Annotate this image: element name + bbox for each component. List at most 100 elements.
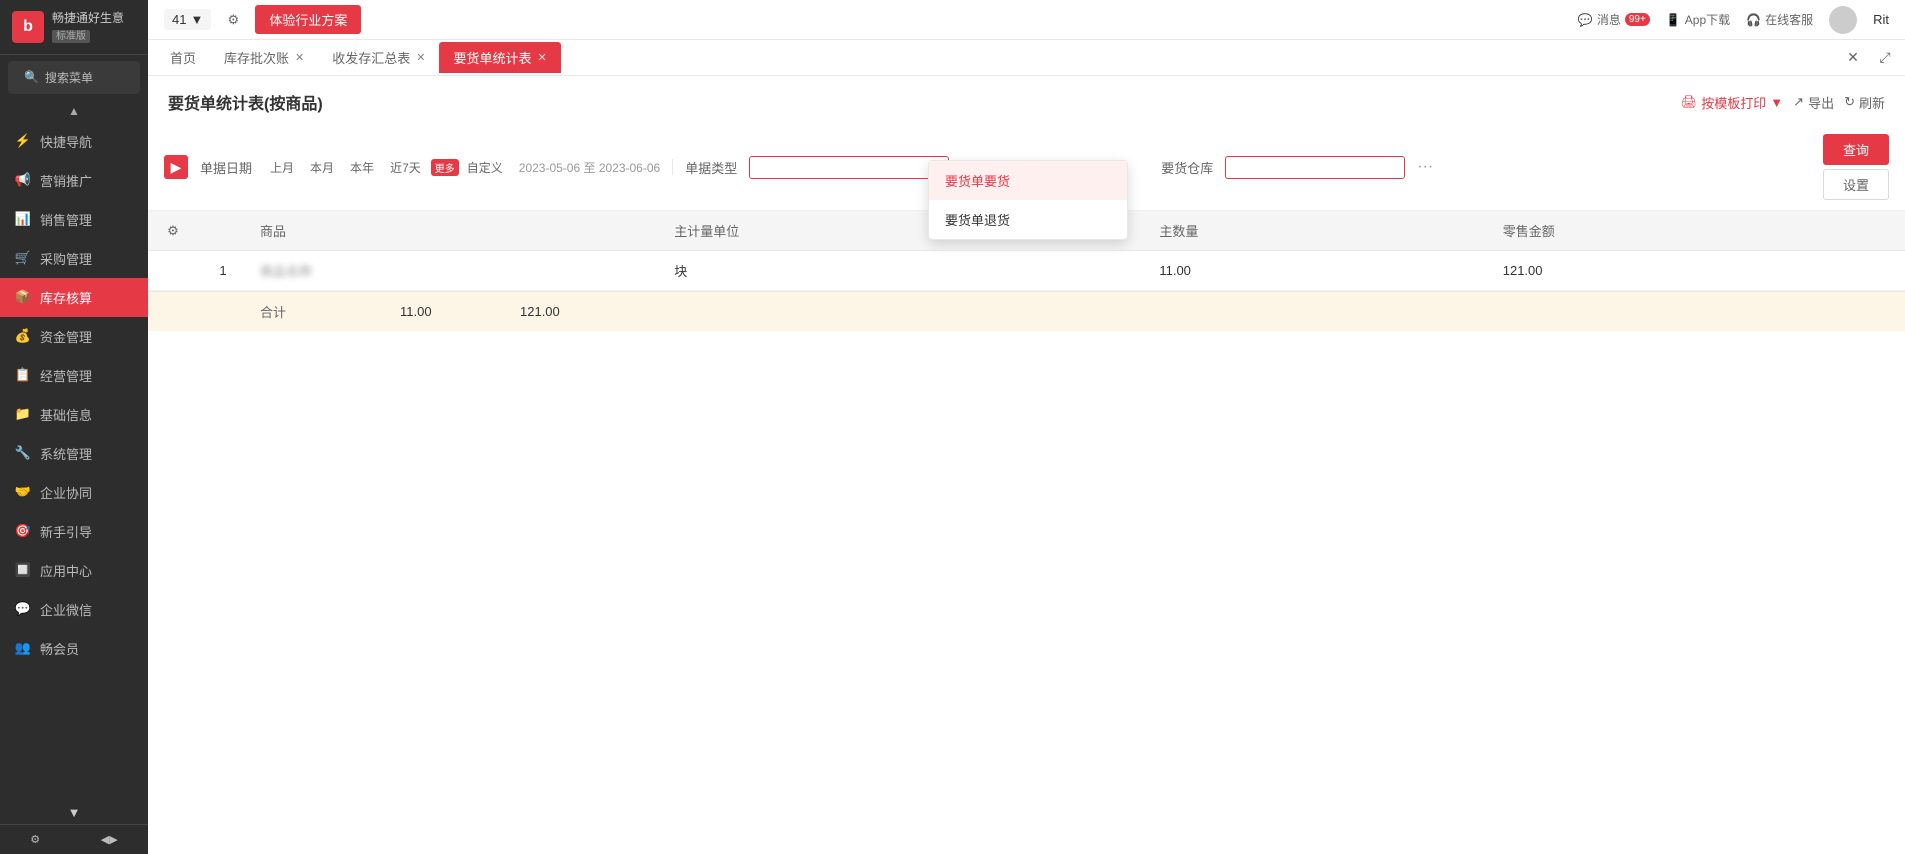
filter-divider	[672, 159, 673, 175]
sidebar-item-basic[interactable]: 📁 基础信息	[0, 395, 148, 434]
sales-label: 销售管理	[40, 210, 92, 229]
tab-receive-summary-close-icon[interactable]: ✕	[416, 51, 425, 64]
wechat-label: 企业微信	[40, 600, 92, 619]
date-more-badge[interactable]: 更多	[431, 159, 459, 176]
warehouse-input-wrapper[interactable]	[1225, 156, 1405, 179]
enterprise-icon: 🤝	[14, 483, 32, 501]
sidebar-item-system[interactable]: 🔧 系统管理	[0, 434, 148, 473]
type-input-wrapper[interactable]: ▲	[749, 156, 949, 179]
header-settings-btn[interactable]: ⚙	[221, 8, 245, 32]
search-icon: 🔍	[24, 70, 39, 84]
dropdown-item-order-return[interactable]: 要货单退货	[929, 200, 1127, 239]
inventory-icon: 📦	[14, 288, 32, 306]
date-last-month[interactable]: 上月	[264, 157, 300, 178]
tab-inventory-batch[interactable]: 库存批次账✕	[210, 42, 318, 73]
settings-col-icon[interactable]: ⚙	[167, 223, 179, 238]
sidebar-item-operation[interactable]: 📋 经营管理	[0, 356, 148, 395]
page-title: 要货单统计表(按商品)	[168, 90, 323, 114]
sidebar-item-enterprise[interactable]: 🤝 企业协同	[0, 473, 148, 512]
sidebar-item-member[interactable]: 👥 畅会员	[0, 629, 148, 668]
operation-icon: 📋	[14, 366, 32, 384]
quick-nav-label: 快捷导航	[40, 132, 92, 151]
operation-label: 经营管理	[40, 366, 92, 385]
filter-expand-btn[interactable]: ▶	[164, 155, 188, 179]
row-amount-cell: 121.00	[1491, 251, 1905, 291]
online-service-btn[interactable]: 🎧 在线客服	[1746, 11, 1813, 28]
sidebar-item-sales[interactable]: 📊 销售管理	[0, 200, 148, 239]
page-header: 要货单统计表(按商品) 🖨 按模板打印 ▼ ↗ 导出 ↻ 刷新	[148, 76, 1905, 124]
basic-label: 基础信息	[40, 405, 92, 424]
filter-bar: ▶ 单据日期 上月 本月 本年 近7天 更多 自定义 2023-05-06 至 …	[148, 124, 1905, 211]
bottom-settings-btn[interactable]: ⚙	[30, 833, 40, 846]
col-quantity-header: 主数量	[1147, 211, 1490, 251]
dropdown-item-order-goods[interactable]: 要货单要货	[929, 161, 1127, 200]
sidebar-nav: ⚡ 快捷导航 📢 营销推广 📊 销售管理 🛒 采购管理 📦 库存核算 💰 资金管…	[0, 122, 148, 801]
trial-industry-btn[interactable]: 体验行业方案	[255, 5, 361, 34]
col-product-header: 商品	[248, 211, 662, 251]
tabs-bar: 首页库存批次账✕收发存汇总表✕要货单统计表✕ ✕ ⤢	[148, 40, 1905, 76]
collapse-icon: ◀▶	[101, 833, 118, 846]
store-selector[interactable]: 41 ▼	[164, 9, 211, 30]
tab-home[interactable]: 首页	[156, 42, 210, 73]
bottom-collapse-btn[interactable]: ◀▶	[101, 833, 118, 846]
sidebar-item-inventory[interactable]: 📦 库存核算	[0, 278, 148, 317]
finance-label: 资金管理	[40, 327, 92, 346]
system-label: 系统管理	[40, 444, 92, 463]
enterprise-label: 企业协同	[40, 483, 92, 502]
tab-close-all-btn[interactable]: ✕	[1841, 46, 1865, 70]
service-label: 在线客服	[1765, 11, 1813, 28]
tab-receive-summary-label: 收发存汇总表	[332, 48, 410, 67]
sidebar-item-quick-nav[interactable]: ⚡ 快捷导航	[0, 122, 148, 161]
date-7-days[interactable]: 近7天	[384, 157, 427, 178]
sidebar: b 畅捷通好生意 标准版 🔍 搜索菜单 ▲ ⚡ 快捷导航 📢 营销推广 📊 销售…	[0, 0, 148, 854]
col-index-header	[198, 211, 248, 251]
scroll-down-arrow[interactable]: ▼	[68, 805, 81, 820]
sidebar-item-wechat[interactable]: 💬 企业微信	[0, 590, 148, 629]
store-dropdown-icon: ▼	[190, 12, 203, 27]
sidebar-item-guide[interactable]: 🎯 新手引导	[0, 512, 148, 551]
tab-receive-summary[interactable]: 收发存汇总表 ✕	[318, 42, 439, 73]
tab-order-summary[interactable]: 要货单统计表✕	[439, 42, 560, 73]
sales-icon: 📊	[14, 210, 32, 228]
tab-order-summary-close-icon[interactable]: ✕	[538, 51, 547, 64]
date-this-month[interactable]: 本月	[304, 157, 340, 178]
user-avatar[interactable]	[1829, 6, 1857, 34]
filter-more-icon[interactable]: ···	[1417, 158, 1433, 176]
scroll-top: ▲	[0, 100, 148, 122]
sidebar-search[interactable]: 🔍 搜索菜单	[8, 61, 140, 94]
message-btn[interactable]: 💬 消息 99+	[1578, 11, 1650, 28]
sidebar-item-app-center[interactable]: 🔲 应用中心	[0, 551, 148, 590]
tab-inventory-batch-close-icon[interactable]: ✕	[295, 51, 304, 64]
app-version: 标准版	[52, 30, 90, 43]
export-btn[interactable]: ↗ 导出	[1793, 93, 1834, 112]
guide-icon: 🎯	[14, 522, 32, 540]
search-label: 搜索菜单	[45, 69, 93, 86]
sidebar-item-marketing[interactable]: 📢 营销推广	[0, 161, 148, 200]
date-this-year[interactable]: 本年	[344, 157, 380, 178]
store-number: 41	[172, 12, 186, 27]
tab-expand-btn[interactable]: ⤢	[1873, 46, 1897, 70]
type-input[interactable]	[758, 160, 928, 175]
type-dropdown: 要货单要货 要货单退货	[928, 160, 1128, 240]
sidebar-item-finance[interactable]: 💰 资金管理	[0, 317, 148, 356]
date-custom[interactable]: 自定义	[463, 157, 507, 178]
app-download-btn[interactable]: 📱 App下载	[1666, 11, 1730, 28]
filter-settings-btn[interactable]: 设置	[1823, 169, 1889, 200]
row-quantity-cell: 11.00	[1147, 251, 1490, 291]
app-download-label: App下载	[1685, 11, 1730, 28]
footer-label: 合计	[160, 302, 400, 321]
refresh-btn[interactable]: ↻ 刷新	[1844, 93, 1885, 112]
col-settings-header[interactable]: ⚙	[148, 211, 198, 251]
sidebar-item-purchase[interactable]: 🛒 采购管理	[0, 239, 148, 278]
row-settings-cell	[148, 251, 198, 291]
purchase-icon: 🛒	[14, 249, 32, 267]
footer-quantity: 11.00	[400, 304, 520, 319]
wechat-icon: 💬	[14, 600, 32, 618]
date-shortcuts: 上月 本月 本年 近7天 更多 自定义	[264, 157, 507, 178]
warehouse-input[interactable]	[1234, 160, 1396, 175]
scroll-up-arrow[interactable]: ▲	[68, 104, 80, 118]
print-label: 按模板打印	[1701, 93, 1766, 112]
date-label: 单据日期	[200, 158, 252, 177]
print-btn[interactable]: 🖨 按模板打印 ▼	[1681, 93, 1783, 112]
query-btn[interactable]: 查询	[1823, 134, 1889, 165]
